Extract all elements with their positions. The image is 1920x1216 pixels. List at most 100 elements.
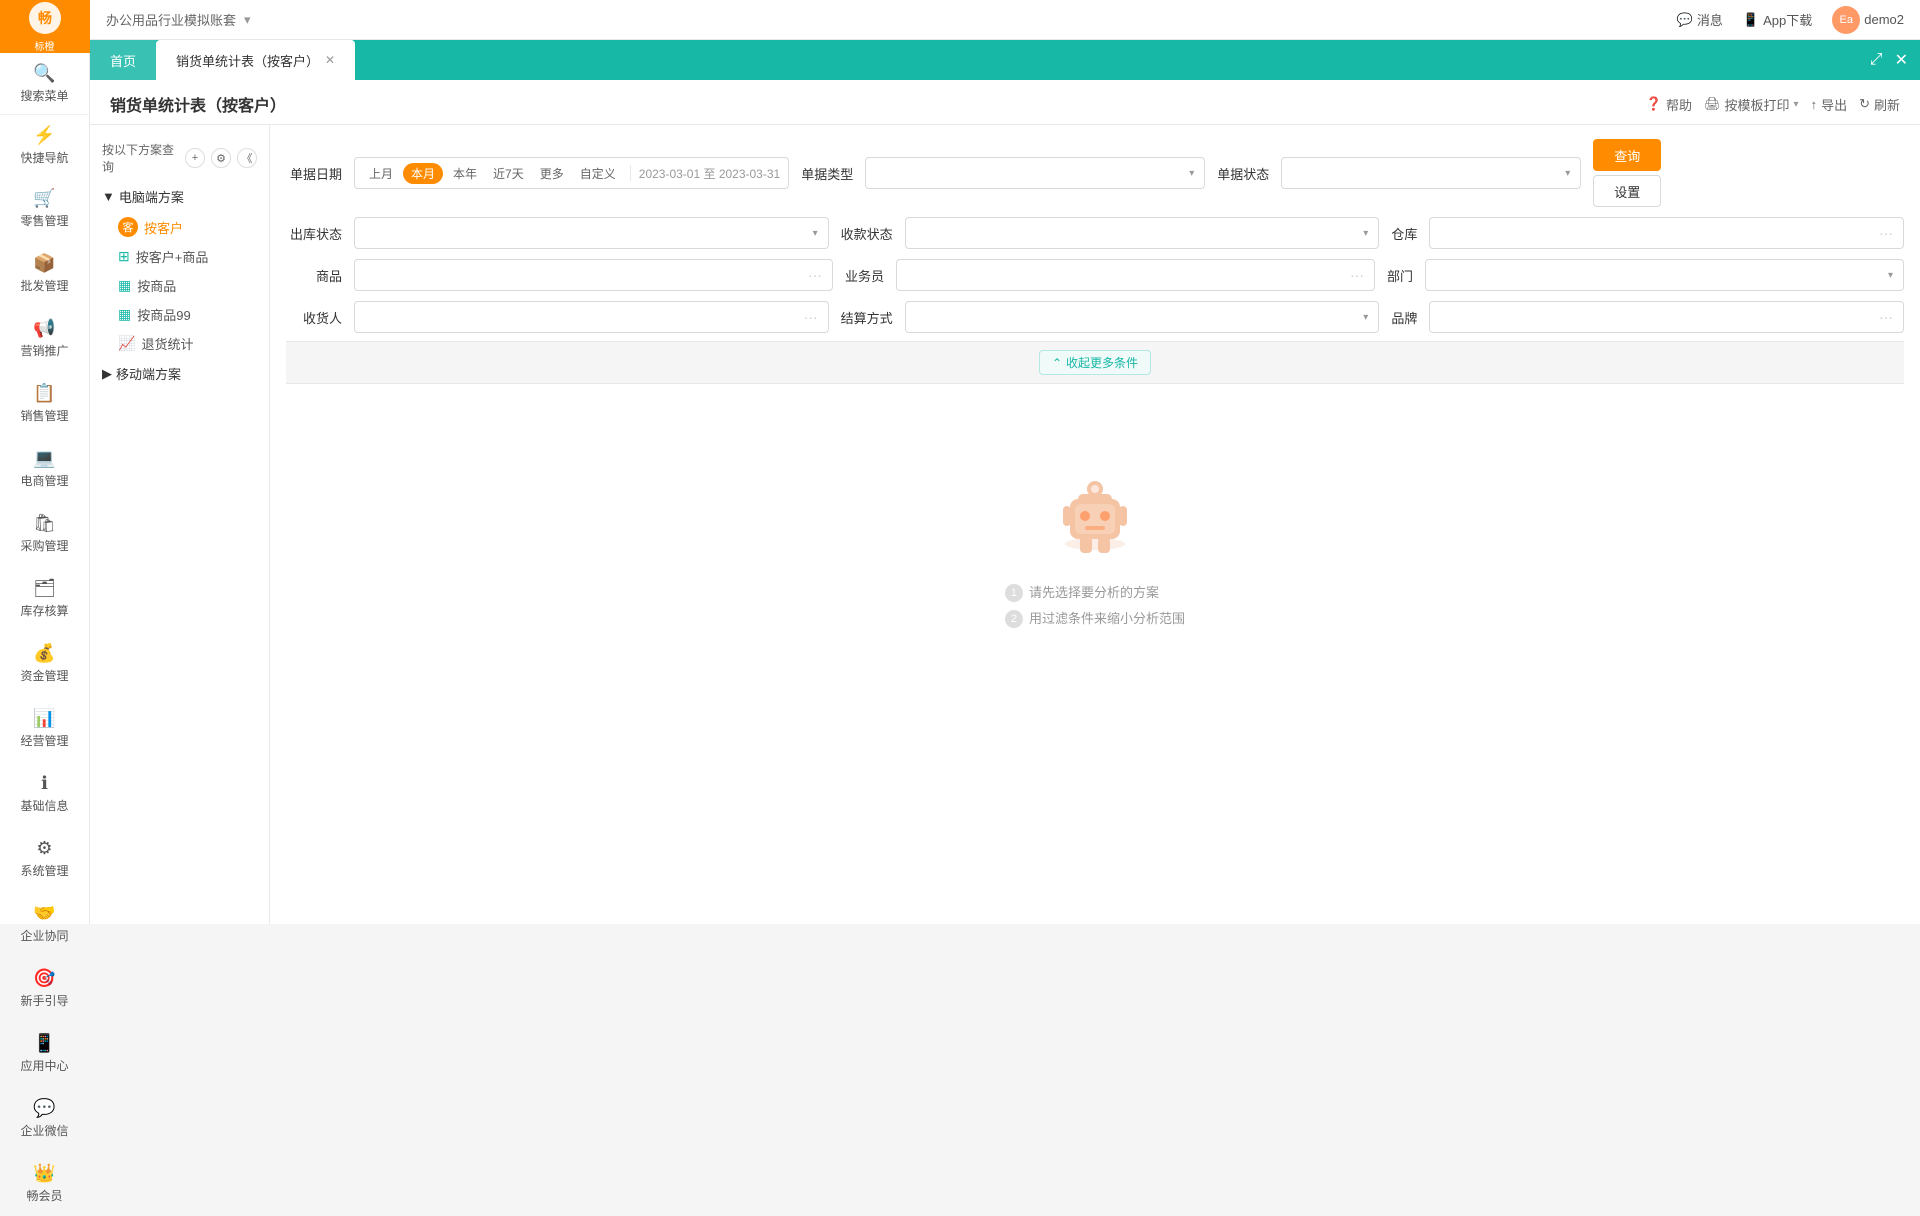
sidebar-item-purchase-mgmt[interactable]: 🛍 采购管理 [0,501,90,566]
out-status-select[interactable]: ▾ [354,217,829,249]
sidebar-item-enterprise-wechat[interactable]: 💬 企业微信 [0,1086,90,1151]
doc-type-label: 单据类型 [801,164,853,183]
dropdown-icon[interactable]: ▾ [244,12,251,28]
tab-maximize-icon[interactable]: ⤢ [1870,51,1883,69]
collapse-label: 收起更多条件 [1066,354,1138,371]
tree-item-by-customer-product[interactable]: ⊞ 按客户+商品 [102,242,269,271]
sidebar-item-label: 资金管理 [20,667,68,684]
sidebar-item-marketing[interactable]: 📢 营销推广 [0,306,90,371]
date-options-field[interactable]: 上月 本月 本年 近7天 更多 自定义 2023-03-01 至 2023-03… [354,157,789,189]
date-option-more[interactable]: 更多 [534,163,570,184]
sidebar-item-retail-mgmt[interactable]: 🛒 零售管理 [0,176,90,241]
template-print-btn[interactable]: 🖨 按模板打印 ▾ [1704,95,1799,114]
add-scheme-btn[interactable]: + [185,148,205,168]
app-center-icon: 📱 [33,1033,55,1054]
setting-btn[interactable]: 设置 [1593,175,1661,207]
right-panel: 单据日期 上月 本月 本年 近7天 更多 自定义 2023-03-01 至 20… [270,125,1920,924]
content-body: 按以下方案查询 + ⚙ 《 ▼ 电脑端方案 客 [90,125,1920,924]
date-label: 单据日期 [286,164,342,183]
help-btn[interactable]: ❓ 帮助 [1646,95,1692,114]
sidebar-item-quick-nav[interactable]: ⚡ 快捷导航 [0,115,90,176]
sidebar-item-label: 基础信息 [20,797,68,814]
refresh-label: 刷新 [1874,95,1900,114]
doc-status-select[interactable]: ▾ [1281,157,1581,189]
receipt-status-label: 收款状态 [841,224,893,243]
consignee-select[interactable]: ··· [354,301,829,333]
empty-tip-1-text: 请先选择要分析的方案 [1029,580,1159,606]
tree-item-by-customer[interactable]: 客 按客户 [102,212,269,242]
return-stat-icon: 📈 [118,335,135,352]
salesperson-select[interactable]: ··· [896,259,1375,291]
sidebar-item-inventory-calc[interactable]: 🗂 库存核算 [0,566,90,631]
brand-select[interactable]: ··· [1429,301,1904,333]
product-select[interactable]: ··· [354,259,833,291]
tab-home[interactable]: 首页 [90,40,156,80]
sidebar-item-app-center[interactable]: 📱 应用中心 [0,1021,90,1086]
tree-desktop-group-title[interactable]: ▼ 电脑端方案 [90,181,269,212]
doc-type-select[interactable]: ▾ [865,157,1205,189]
tab-sales-stat[interactable]: 销货单统计表（按客户） ✕ [156,40,355,80]
sidebar-item-wholesale-mgmt[interactable]: 📦 批发管理 [0,241,90,306]
tree-item-label: 按商品 [137,276,176,295]
collapse-more-btn[interactable]: ⌃ 收起更多条件 [286,342,1904,383]
tree-desktop-group: ▼ 电脑端方案 客 按客户 ⊞ 按客户+商品 ▦ [90,181,269,358]
avatar-text: Ea [1840,14,1853,26]
tip-num-1: 1 [1005,584,1023,602]
tree-item-label: 按客户+商品 [136,247,209,266]
dots-icon: ··· [804,309,818,325]
sidebar-item-label: 电商管理 [20,472,68,489]
export-btn[interactable]: ↑ 导出 [1811,95,1848,114]
sidebar-item-member[interactable]: 👑 畅会员 [0,1151,90,1216]
sidebar-item-search-menu[interactable]: 🔍 搜索菜单 [0,53,90,115]
settlement-select[interactable]: ▾ [905,301,1380,333]
tree-desktop-items: 客 按客户 ⊞ 按客户+商品 ▦ 按商品 ▦ 按 [90,212,269,358]
department-select[interactable]: ▾ [1425,259,1904,291]
member-icon: 👑 [33,1163,55,1184]
empty-tip-2: 2 用过滤条件来缩小分析范围 [1005,606,1185,632]
tab-close-icon[interactable]: ✕ [325,53,335,67]
sidebar-item-new-user-guide[interactable]: 🎯 新手引导 [0,956,90,1021]
sidebar-item-ecommerce-mgmt[interactable]: 💻 电商管理 [0,436,90,501]
refresh-btn[interactable]: ↻ 刷新 [1859,95,1900,114]
export-icon: ↑ [1811,97,1818,112]
date-option-last-7-days[interactable]: 近7天 [487,163,530,184]
dots-icon: ··· [1879,309,1893,325]
sidebar-item-operations-mgmt[interactable]: 📊 经营管理 [0,696,90,761]
warehouse-select[interactable]: ··· [1429,217,1904,249]
app-download-btn[interactable]: 📱 App下载 [1743,10,1812,29]
chevron-down-icon: ▾ [1363,312,1368,323]
sidebar-item-label: 营销推广 [20,342,68,359]
empty-tips: 1 请先选择要分析的方案 2 用过滤条件来缩小分析范围 [1005,580,1185,632]
settings-scheme-btn[interactable]: ⚙ [211,148,231,168]
tree-mobile-group-title[interactable]: ▶ 移动端方案 [90,358,269,389]
tree-item-return-stat[interactable]: 📈 退货统计 [102,329,269,358]
sidebar-item-sales-mgmt[interactable]: 📋 销售管理 [0,371,90,436]
template-print-icon: 🖨 [1704,96,1721,112]
date-option-last-month[interactable]: 上月 [363,163,399,184]
date-option-custom[interactable]: 自定义 [574,163,622,184]
collapse-bar: ⌃ 收起更多条件 [286,341,1904,384]
sidebar-item-sys-mgmt[interactable]: ⚙ 系统管理 [0,826,90,891]
avatar: Ea [1832,6,1860,34]
tree-item-by-product[interactable]: ▦ 按商品 [102,271,269,300]
date-range-value: 2023-03-01 至 2023-03-31 [639,165,780,182]
topbar-left: 办公用品行业模拟账套 ▾ [106,10,251,29]
template-print-dropdown[interactable]: ▾ [1794,99,1799,110]
empty-tip-1: 1 请先选择要分析的方案 [1005,580,1185,606]
message-btn[interactable]: 💬 消息 [1677,10,1723,29]
collapse-panel-btn[interactable]: 《 [237,148,257,168]
tree-item-by-product-99[interactable]: ▦ 按商品99 [102,300,269,329]
sidebar-item-finance-mgmt[interactable]: 💰 资金管理 [0,631,90,696]
user-info[interactable]: Ea demo2 [1832,6,1904,34]
sidebar-item-label: 销售管理 [20,407,68,424]
refresh-icon: ↻ [1859,96,1870,112]
date-option-this-year[interactable]: 本年 [447,163,483,184]
by-product-icon: ▦ [118,277,131,294]
tab-close-window[interactable]: ✕ [1895,50,1908,70]
sidebar-item-basic-info[interactable]: ℹ 基础信息 [0,761,90,826]
topbar-right: 💬 消息 📱 App下载 Ea demo2 [1677,6,1904,34]
receipt-status-select[interactable]: ▾ [905,217,1380,249]
date-option-this-month[interactable]: 本月 [403,163,443,184]
query-btn[interactable]: 查询 [1593,139,1661,171]
page-actions: ❓ 帮助 🖨 按模板打印 ▾ ↑ 导出 ↻ 刷新 [1646,95,1900,114]
